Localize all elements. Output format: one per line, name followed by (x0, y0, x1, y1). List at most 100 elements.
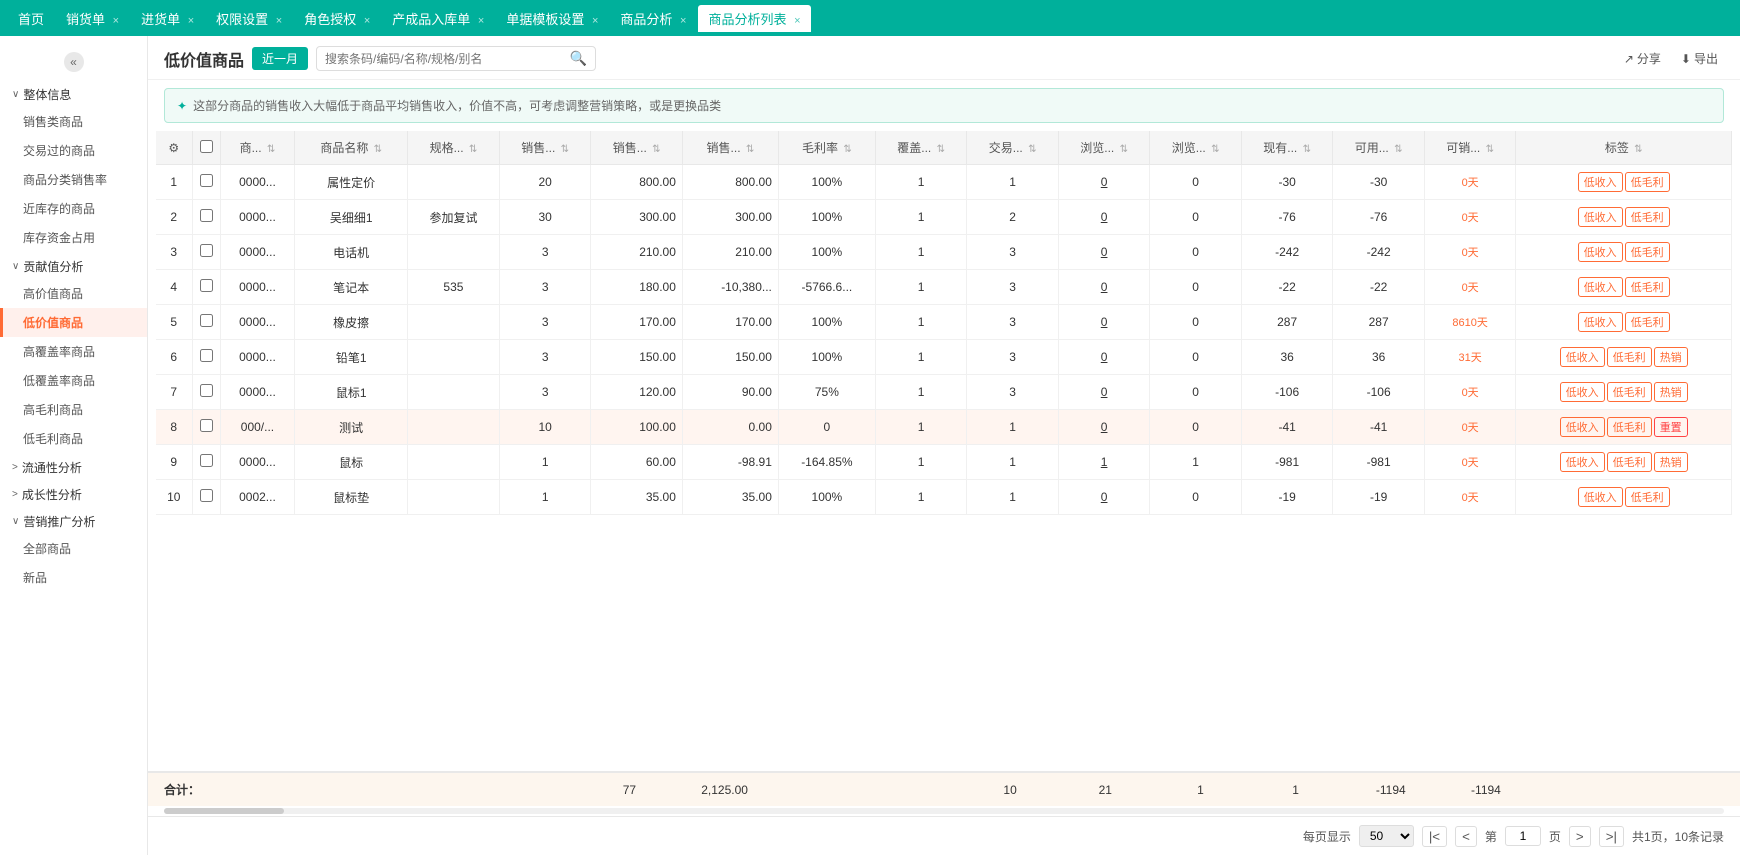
view1-link[interactable]: 0 (1101, 490, 1108, 504)
close-icon[interactable]: × (113, 15, 119, 27)
share-btn[interactable]: ↗ 分享 (1618, 47, 1667, 70)
row-checkbox-cell[interactable] (192, 200, 220, 235)
next-page-btn[interactable]: > (1569, 826, 1591, 847)
row-views1[interactable]: 0 (1058, 410, 1150, 445)
sidebar-item-high-coverage[interactable]: 高覆盖率商品 (0, 337, 147, 366)
select-all-checkbox[interactable] (200, 140, 213, 153)
scrollbar-thumb[interactable] (164, 808, 284, 814)
row-checkbox-cell[interactable] (192, 270, 220, 305)
nav-product-analysis-list[interactable]: 商品分析列表 × (698, 5, 810, 32)
row-views1[interactable]: 0 (1058, 200, 1150, 235)
row-checkbox[interactable] (200, 279, 213, 292)
th-code[interactable]: 商... ⇅ (220, 131, 295, 165)
row-checkbox-cell[interactable] (192, 410, 220, 445)
th-transactions[interactable]: 交易... ⇅ (967, 131, 1059, 165)
th-gear[interactable]: ⚙ (156, 131, 192, 165)
sidebar-item-new-products[interactable]: 新品 (0, 563, 147, 592)
last-page-btn[interactable]: >| (1599, 826, 1624, 847)
sidebar-group-circulation[interactable]: > 流通性分析 (0, 453, 147, 480)
close-icon[interactable]: × (188, 15, 194, 27)
view1-link[interactable]: 0 (1101, 315, 1108, 329)
view1-link[interactable]: 0 (1101, 245, 1108, 259)
view1-link[interactable]: 0 (1101, 385, 1108, 399)
view1-link[interactable]: 0 (1101, 350, 1108, 364)
sidebar-item-low-coverage[interactable]: 低覆盖率商品 (0, 366, 147, 395)
view1-link[interactable]: 1 (1101, 455, 1108, 469)
row-views1[interactable]: 0 (1058, 165, 1150, 200)
nav-product-analysis[interactable]: 商品分析 × (610, 5, 696, 32)
sidebar-item-low-value[interactable]: 低价值商品 (0, 308, 147, 337)
view1-link[interactable]: 0 (1101, 210, 1108, 224)
th-sale-qty[interactable]: 销售... ⇅ (499, 131, 591, 165)
row-views1[interactable]: 0 (1058, 375, 1150, 410)
view1-link[interactable]: 0 (1101, 280, 1108, 294)
row-checkbox-cell[interactable] (192, 340, 220, 375)
close-icon[interactable]: × (592, 15, 598, 27)
row-checkbox[interactable] (200, 174, 213, 187)
row-views1[interactable]: 0 (1058, 340, 1150, 375)
sidebar-collapse-btn[interactable]: « (64, 52, 84, 72)
row-checkbox[interactable] (200, 454, 213, 467)
first-page-btn[interactable]: |< (1422, 826, 1447, 847)
sidebar-item-near-stock[interactable]: 近库存的商品 (0, 194, 147, 223)
sidebar-group-contribution[interactable]: ∨ 贡献值分析 (0, 252, 147, 279)
view1-link[interactable]: 0 (1101, 420, 1108, 434)
row-checkbox[interactable] (200, 384, 213, 397)
view1-link[interactable]: 0 (1101, 175, 1108, 189)
horizontal-scrollbar[interactable] (164, 808, 1724, 814)
nav-roles[interactable]: 角色授权 × (294, 5, 380, 32)
search-input[interactable] (325, 52, 566, 66)
sidebar-group-overall[interactable]: ∨ 整体信息 (0, 80, 147, 107)
prev-page-btn[interactable]: < (1455, 826, 1477, 847)
sidebar-group-growth[interactable]: > 成长性分析 (0, 480, 147, 507)
th-coverage[interactable]: 覆盖... ⇅ (875, 131, 967, 165)
table-container[interactable]: ⚙ 商... ⇅ 商品名称 ⇅ 规格... ⇅ 销售... ⇅ 销售... ⇅ … (148, 131, 1740, 771)
sidebar-group-marketing[interactable]: ∨ 营销推广分析 (0, 507, 147, 534)
row-checkbox[interactable] (200, 209, 213, 222)
row-checkbox[interactable] (200, 489, 213, 502)
th-sale-price[interactable]: 销售... ⇅ (591, 131, 683, 165)
row-views1[interactable]: 0 (1058, 235, 1150, 270)
row-checkbox-cell[interactable] (192, 165, 220, 200)
nav-purchase[interactable]: 进货单 × (131, 5, 204, 32)
close-icon[interactable]: × (478, 15, 484, 27)
th-spec[interactable]: 规格... ⇅ (407, 131, 499, 165)
th-views2[interactable]: 浏览... ⇅ (1150, 131, 1242, 165)
th-name[interactable]: 商品名称 ⇅ (295, 131, 408, 165)
sidebar-item-high-value[interactable]: 高价值商品 (0, 279, 147, 308)
page-number-input[interactable] (1505, 826, 1541, 846)
filter-recent-month-btn[interactable]: 近一月 (252, 47, 308, 70)
close-icon[interactable]: × (364, 15, 370, 27)
th-sale-amount[interactable]: 销售... ⇅ (682, 131, 778, 165)
sidebar-item-all-products[interactable]: 全部商品 (0, 534, 147, 563)
sidebar-item-low-margin[interactable]: 低毛利商品 (0, 424, 147, 453)
row-checkbox-cell[interactable] (192, 480, 220, 515)
nav-product-inbound[interactable]: 产成品入库单 × (382, 5, 494, 32)
th-gross-rate[interactable]: 毛利率 ⇅ (778, 131, 875, 165)
th-checkbox[interactable] (192, 131, 220, 165)
close-icon[interactable]: × (794, 15, 800, 27)
export-btn[interactable]: ⬇ 导出 (1675, 47, 1724, 70)
nav-sales[interactable]: 销货单 × (56, 5, 129, 32)
nav-home[interactable]: 首页 (8, 5, 54, 32)
row-checkbox-cell[interactable] (192, 305, 220, 340)
page-size-select[interactable]: 50 100 200 (1359, 825, 1414, 847)
sidebar-item-stock-capital[interactable]: 库存资金占用 (0, 223, 147, 252)
row-checkbox[interactable] (200, 314, 213, 327)
row-checkbox[interactable] (200, 349, 213, 362)
nav-permissions[interactable]: 权限设置 × (206, 5, 292, 32)
th-stock[interactable]: 现有... ⇅ (1241, 131, 1333, 165)
sidebar-item-category-sales-rate[interactable]: 商品分类销售率 (0, 165, 147, 194)
row-checkbox-cell[interactable] (192, 445, 220, 480)
row-checkbox-cell[interactable] (192, 375, 220, 410)
row-views1[interactable]: 0 (1058, 480, 1150, 515)
sidebar-item-high-margin[interactable]: 高毛利商品 (0, 395, 147, 424)
th-tags[interactable]: 标签 ⇅ (1516, 131, 1732, 165)
row-views1[interactable]: 0 (1058, 305, 1150, 340)
sidebar-item-sales-products[interactable]: 销售类商品 (0, 107, 147, 136)
row-checkbox[interactable] (200, 244, 213, 257)
close-icon[interactable]: × (680, 15, 686, 27)
close-icon[interactable]: × (276, 15, 282, 27)
th-available[interactable]: 可用... ⇅ (1333, 131, 1425, 165)
row-checkbox[interactable] (200, 419, 213, 432)
